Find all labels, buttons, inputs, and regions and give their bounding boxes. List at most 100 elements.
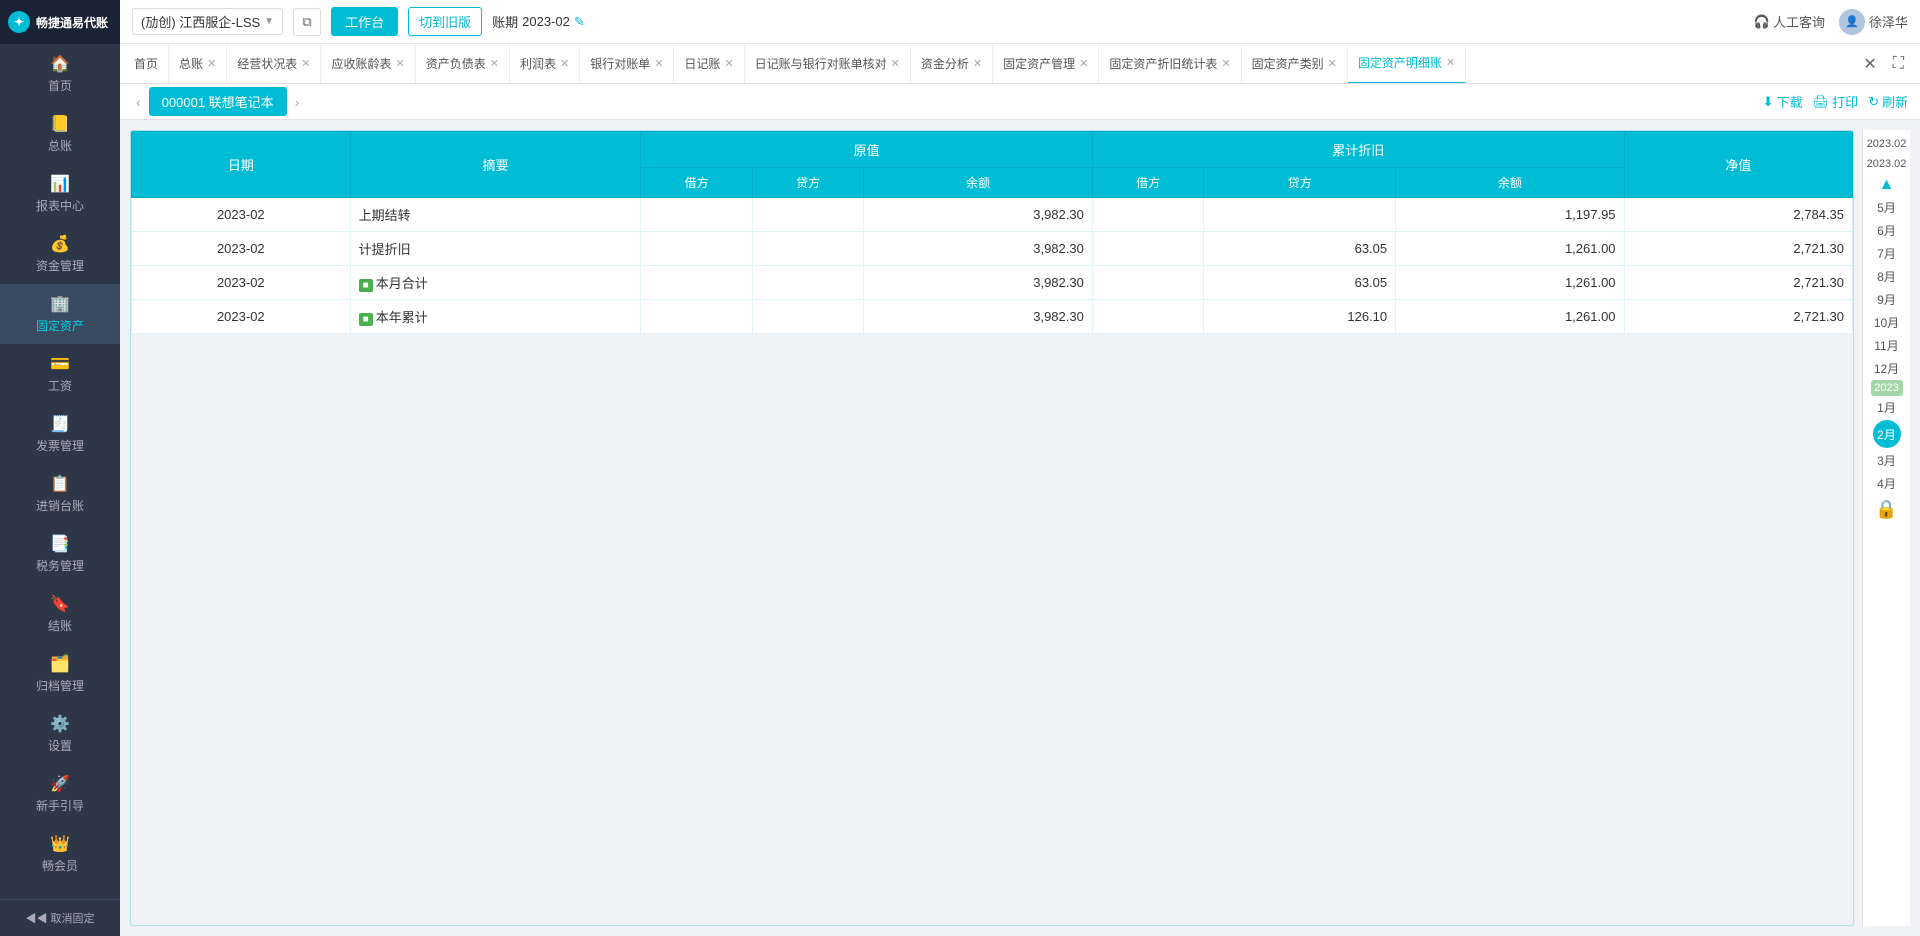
table-row: 2023-02 上期结转 3,982.30 1,197.95 2,784.35 xyxy=(132,198,1853,232)
tab-journal-bank[interactable]: 日记账与银行对账单核对 ✕ xyxy=(745,44,911,84)
cell-orig-credit xyxy=(752,232,864,266)
month-7[interactable]: 7月 xyxy=(1863,242,1910,265)
cell-acc-balance: 1,261.00 xyxy=(1396,266,1624,300)
tab-close-icon[interactable]: ✕ xyxy=(207,57,216,70)
sidebar-item-label: 畅会员 xyxy=(42,857,78,874)
sidebar-item-reports[interactable]: 📊 报表中心 xyxy=(0,164,120,224)
unpin-sidebar-button[interactable]: ◀◀ 取消固定 xyxy=(0,899,120,936)
tab-close-icon[interactable]: ✕ xyxy=(724,57,733,70)
sidebar-item-member[interactable]: 👑 畅会员 xyxy=(0,824,120,884)
main-area: (劢创) 江西服企-LSS ▼ ⧉ 工作台 切到旧版 账期 2023-02 ✎ … xyxy=(120,0,1920,936)
copy-button[interactable]: ⧉ xyxy=(293,8,321,36)
cell-acc-credit: 63.05 xyxy=(1204,232,1396,266)
nav-prev-button[interactable]: ‹ xyxy=(132,94,145,110)
tab-close-icon[interactable]: ✕ xyxy=(654,57,663,70)
tab-close-icon[interactable]: ✕ xyxy=(490,57,499,70)
tab-bank[interactable]: 银行对账单 ✕ xyxy=(580,44,674,84)
sidebar-item-ledger[interactable]: 📒 总账 xyxy=(0,104,120,164)
month-4[interactable]: 4月 xyxy=(1863,472,1910,495)
tab-receivable[interactable]: 应收账龄表 ✕ xyxy=(321,44,415,84)
month-6[interactable]: 6月 xyxy=(1863,219,1910,242)
sidebar-item-home[interactable]: 🏠 首页 xyxy=(0,44,120,104)
sidebar-item-fixed-assets[interactable]: 🏢 固定资产 xyxy=(0,284,120,344)
tab-close-icon[interactable]: ✕ xyxy=(1221,57,1230,70)
tab-close-icon[interactable]: ✕ xyxy=(1328,57,1337,70)
tab-journal[interactable]: 日记账 ✕ xyxy=(674,44,744,84)
sub-tab-asset-001[interactable]: 000001 联想笔记本 xyxy=(149,87,287,116)
table-container: 日期 摘要 原值 累计折旧 净值 借方 贷方 余额 借方 xyxy=(120,120,1920,936)
company-selector[interactable]: (劢创) 江西服企-LSS ▼ xyxy=(132,8,283,35)
tab-balance[interactable]: 资产负债表 ✕ xyxy=(416,44,510,84)
sidebar-item-salary[interactable]: 💳 工资 xyxy=(0,344,120,404)
month-3[interactable]: 3月 xyxy=(1863,449,1910,472)
tab-profit[interactable]: 利润表 ✕ xyxy=(510,44,580,84)
tab-close-icon[interactable]: ✕ xyxy=(396,57,405,70)
month-11[interactable]: 11月 xyxy=(1863,334,1910,357)
period-label: 账期 xyxy=(492,12,518,31)
workbench-button[interactable]: 工作台 xyxy=(331,7,398,36)
user-menu[interactable]: 👤 徐泽华 xyxy=(1839,9,1908,35)
tab-label: 资产负债表 xyxy=(426,55,486,72)
sidebar-item-settlement[interactable]: 🔖 结账 xyxy=(0,584,120,644)
tab-close-icon[interactable]: ✕ xyxy=(973,57,982,70)
col-acc-credit: 贷方 xyxy=(1204,168,1396,198)
tab-fa-mgmt[interactable]: 固定资产管理 ✕ xyxy=(993,44,1099,84)
sidebar-item-archive[interactable]: 🗂️ 归档管理 xyxy=(0,644,120,704)
month-10[interactable]: 10月 xyxy=(1863,311,1910,334)
maximize-button[interactable]: ⛶ xyxy=(1889,51,1908,77)
right-panel: 2023.02 2023.02 ▲ 5月 6月 7月 8月 9月 10月 11月… xyxy=(1862,130,1910,926)
old-version-button[interactable]: 切到旧版 xyxy=(408,7,482,36)
tab-capital[interactable]: 资金分析 ✕ xyxy=(911,44,993,84)
reports-icon: 📊 xyxy=(50,174,70,194)
tab-home[interactable]: 首页 xyxy=(124,44,169,84)
download-icon: ⬇ xyxy=(1763,94,1774,110)
tab-close-icon[interactable]: ✕ xyxy=(301,57,310,70)
sidebar-item-fund[interactable]: 💰 资金管理 xyxy=(0,224,120,284)
sidebar-item-label: 报表中心 xyxy=(36,197,84,214)
month-8[interactable]: 8月 xyxy=(1863,265,1910,288)
tab-business[interactable]: 经营状况表 ✕ xyxy=(227,44,321,84)
support-button[interactable]: 🎧 人工客询 xyxy=(1754,12,1825,31)
lock-icon: 🔒 xyxy=(1875,499,1897,520)
avatar: 👤 xyxy=(1839,9,1865,35)
download-button[interactable]: ⬇ 下载 xyxy=(1763,92,1803,111)
tab-fa-type[interactable]: 固定资产类别 ✕ xyxy=(1242,44,1348,84)
tabbar: 首页 总账 ✕ 经营状况表 ✕ 应收账龄表 ✕ 资产负债表 ✕ 利润表 ✕ 银行… xyxy=(120,44,1920,84)
tab-close-icon[interactable]: ✕ xyxy=(891,57,900,70)
period-edit-icon[interactable]: ✎ xyxy=(574,14,585,30)
tab-fa-depr[interactable]: 固定资产折旧统计表 ✕ xyxy=(1099,44,1241,84)
tab-ledger[interactable]: 总账 ✕ xyxy=(169,44,227,84)
user-name: 徐泽华 xyxy=(1869,12,1908,31)
archive-icon: 🗂️ xyxy=(50,654,70,674)
scroll-up-button[interactable]: ▲ xyxy=(1877,174,1897,196)
tab-label: 总账 xyxy=(179,55,203,72)
month-1[interactable]: 1月 xyxy=(1863,396,1910,419)
tab-close-icon[interactable]: ✕ xyxy=(560,57,569,70)
col-accumulated-depr: 累计折旧 xyxy=(1092,132,1624,168)
sidebar-item-guide[interactable]: 🚀 新手引导 xyxy=(0,764,120,824)
month-12[interactable]: 12月 xyxy=(1863,357,1910,380)
cell-orig-debit xyxy=(641,300,753,334)
print-icon: 🖨 xyxy=(1813,94,1830,110)
tab-close-icon[interactable]: ✕ xyxy=(1079,57,1088,70)
tab-fa-detail[interactable]: 固定资产明细账 ✕ xyxy=(1348,44,1466,84)
sidebar-item-tax[interactable]: 📑 税务管理 xyxy=(0,524,120,584)
download-label: 下载 xyxy=(1777,92,1803,111)
month-9[interactable]: 9月 xyxy=(1863,288,1910,311)
sidebar-item-settings[interactable]: ⚙️ 设置 xyxy=(0,704,120,764)
sidebar-item-invoice[interactable]: 🧾 发票管理 xyxy=(0,404,120,464)
home-icon: 🏠 xyxy=(50,54,70,74)
refresh-icon: ↻ xyxy=(1868,94,1879,110)
close-all-button[interactable]: ✕ xyxy=(1859,50,1880,78)
col-orig-debit: 借方 xyxy=(641,168,753,198)
sidebar-item-purchase-sales[interactable]: 📋 进销台账 xyxy=(0,464,120,524)
print-button[interactable]: 🖨 打印 xyxy=(1813,92,1859,111)
cell-orig-balance: 3,982.30 xyxy=(864,232,1092,266)
tab-close-icon[interactable]: ✕ xyxy=(1446,56,1455,69)
nav-next-button[interactable]: › xyxy=(291,94,304,110)
tax-icon: 📑 xyxy=(50,534,70,554)
month-5[interactable]: 5月 xyxy=(1863,196,1910,219)
refresh-button[interactable]: ↻ 刷新 xyxy=(1868,92,1908,111)
month-2-active[interactable]: 2月 xyxy=(1873,420,1901,448)
cell-date: 2023-02 xyxy=(132,300,351,334)
